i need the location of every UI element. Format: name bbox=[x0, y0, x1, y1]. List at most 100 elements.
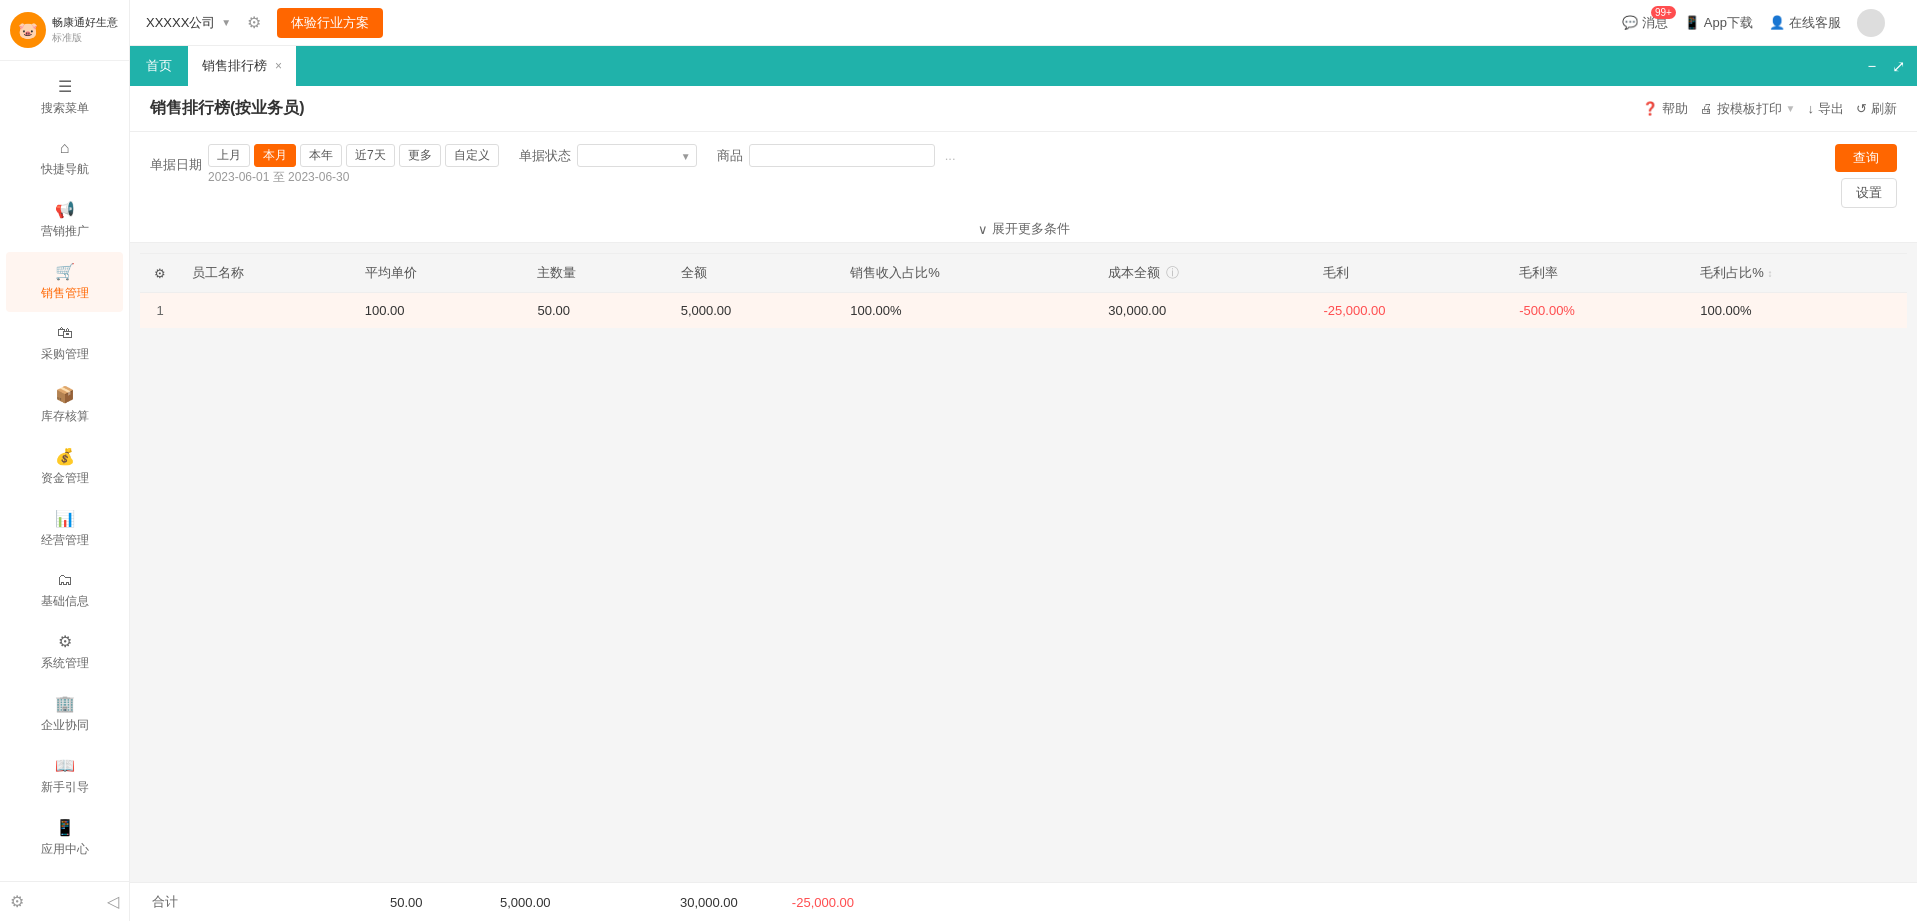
expand-more-button[interactable]: ∨ 展开更多条件 bbox=[978, 220, 1070, 238]
system-icon: ⚙ bbox=[58, 632, 72, 651]
status-select-wrapper: ▼ bbox=[577, 144, 697, 167]
table-header-row: ⚙ 员工名称 平均单价 主数量 全额 销售收入占比% 成本全额 ⓘ 毛利 毛利率 bbox=[140, 254, 1907, 293]
page-actions: ❓ 帮助 🖨 按模板打印 ▼ ↓ 导出 ↺ 刷新 bbox=[1642, 100, 1897, 130]
help-button[interactable]: ❓ 帮助 bbox=[1642, 100, 1688, 118]
cost-info-icon[interactable]: ⓘ bbox=[1166, 265, 1179, 280]
date-btn-more[interactable]: 更多 bbox=[399, 144, 441, 167]
app-download-button[interactable]: 📱 App下载 bbox=[1684, 14, 1753, 32]
sidebar-item-enterprise[interactable]: 🏢 企业协同 bbox=[6, 684, 123, 744]
date-btn-this-year[interactable]: 本年 bbox=[300, 144, 342, 167]
marketing-icon: 📢 bbox=[55, 200, 75, 219]
export-button[interactable]: ↓ 导出 bbox=[1808, 100, 1845, 118]
message-button[interactable]: 💬 消息 99+ bbox=[1622, 14, 1668, 32]
sidebar-item-app-center[interactable]: 📱 应用中心 bbox=[6, 808, 123, 868]
col-settings[interactable]: ⚙ bbox=[140, 254, 180, 293]
date-btn-last-month[interactable]: 上月 bbox=[208, 144, 250, 167]
guide-icon: 📖 bbox=[55, 756, 75, 775]
status-filter-group: 单据状态 ▼ bbox=[519, 144, 697, 167]
tab-close-icon[interactable]: × bbox=[275, 59, 282, 73]
sidebar-item-system-mgmt[interactable]: ⚙ 系统管理 bbox=[6, 622, 123, 682]
tab-sales-ranking[interactable]: 销售排行榜 × bbox=[188, 46, 296, 86]
dropdown-arrow-icon: ▼ bbox=[221, 17, 231, 28]
logo-subtitle: 标准版 bbox=[52, 31, 118, 45]
fund-icon: 💰 bbox=[55, 447, 75, 466]
cell-avg-price: 100.00 bbox=[353, 293, 526, 329]
status-select[interactable] bbox=[577, 144, 697, 167]
inventory-icon: 📦 bbox=[55, 385, 75, 404]
topbar-settings-icon[interactable]: ⚙ bbox=[247, 13, 261, 32]
cell-qty: 50.00 bbox=[525, 293, 668, 329]
home-icon: ⌂ bbox=[60, 139, 70, 157]
purchase-icon: 🛍 bbox=[57, 324, 73, 342]
help-label: 帮助 bbox=[1662, 100, 1688, 118]
date-btn-7days[interactable]: 近7天 bbox=[346, 144, 395, 167]
filter-expand-section: ∨ 展开更多条件 bbox=[150, 216, 1897, 242]
sidebar-logo: 🐷 畅康通好生意 标准版 bbox=[0, 0, 129, 61]
sidebar-item-guide[interactable]: 📖 新手引导 bbox=[6, 746, 123, 806]
date-btn-this-month[interactable]: 本月 bbox=[254, 144, 296, 167]
sidebar-item-label: 销售管理 bbox=[41, 285, 89, 302]
print-icon: 🖨 bbox=[1700, 101, 1713, 116]
sidebar-collapse-button[interactable]: ◁ bbox=[107, 892, 119, 911]
sidebar-item-basic-info[interactable]: 🗂 基础信息 bbox=[6, 561, 123, 620]
footer-label: 合计 bbox=[152, 893, 178, 911]
main-area: XXXXX公司 ▼ ⚙ 体验行业方案 💬 消息 99+ 📱 App下载 👤 在线… bbox=[130, 0, 1917, 921]
tab-expand-icon[interactable]: ⤢ bbox=[1892, 57, 1905, 76]
logo-title: 畅康通好生意 bbox=[52, 15, 118, 30]
col-qty: 主数量 bbox=[525, 254, 668, 293]
query-button[interactable]: 查询 bbox=[1835, 144, 1897, 172]
tabbar: 首页 销售排行榜 × － ⤢ bbox=[130, 46, 1917, 86]
sidebar-item-inventory[interactable]: 📦 库存核算 bbox=[6, 375, 123, 435]
col-profit: 毛利 bbox=[1311, 254, 1507, 293]
tab-home-label: 首页 bbox=[146, 57, 172, 75]
refresh-icon: ↺ bbox=[1856, 101, 1867, 116]
export-icon: ↓ bbox=[1808, 101, 1815, 116]
sidebar-item-label: 系统管理 bbox=[41, 655, 89, 672]
filter-bar: 单据日期 上月 本月 本年 近7天 更多 自定义 2023-06-01 至 20… bbox=[130, 132, 1917, 243]
cell-name bbox=[180, 293, 353, 329]
status-filter-label: 单据状态 bbox=[519, 147, 571, 165]
sidebar-item-marketing[interactable]: 📢 营销推广 bbox=[6, 190, 123, 250]
cell-profit: -25,000.00 bbox=[1311, 293, 1507, 329]
sidebar-item-search-order[interactable]: ☰ 搜索菜单 bbox=[6, 67, 123, 127]
tab-minimize-icon[interactable]: － bbox=[1864, 56, 1880, 77]
profit-pct-sort-icon[interactable]: ↕ bbox=[1768, 268, 1773, 279]
cell-cost: 30,000.00 bbox=[1096, 293, 1311, 329]
goods-input-more-icon[interactable]: ... bbox=[945, 148, 956, 163]
tab-home[interactable]: 首页 bbox=[130, 46, 188, 86]
col-cost: 成本全额 ⓘ bbox=[1096, 254, 1311, 293]
refresh-button[interactable]: ↺ 刷新 bbox=[1856, 100, 1897, 118]
sidebar-item-quick-nav[interactable]: ⌂ 快捷导航 bbox=[6, 129, 123, 188]
sidebar-item-label: 新手引导 bbox=[41, 779, 89, 796]
sidebar-item-label: 营销推广 bbox=[41, 223, 89, 240]
sidebar-item-label: 经营管理 bbox=[41, 532, 89, 549]
sidebar-item-label: 资金管理 bbox=[41, 470, 89, 487]
sidebar-item-weixin[interactable]: 💬 企业微信 bbox=[6, 870, 123, 881]
footer-qty: 50.00 bbox=[378, 895, 458, 910]
business-icon: 📊 bbox=[55, 509, 75, 528]
col-name: 员工名称 bbox=[180, 254, 353, 293]
help-icon: ❓ bbox=[1642, 101, 1658, 116]
trial-button[interactable]: 体验行业方案 bbox=[277, 8, 383, 38]
user-avatar[interactable] bbox=[1857, 9, 1885, 37]
print-button[interactable]: 🖨 按模板打印 ▼ bbox=[1700, 100, 1796, 118]
online-service-button[interactable]: 👤 在线客服 bbox=[1769, 14, 1841, 32]
col-avg-price: 平均单价 bbox=[353, 254, 526, 293]
sidebar-item-sales-mgmt[interactable]: 🛒 销售管理 bbox=[6, 252, 123, 312]
settings-button[interactable]: 设置 bbox=[1841, 178, 1897, 208]
page-content: 销售排行榜(按业务员) ❓ 帮助 🖨 按模板打印 ▼ ↓ 导出 ↺ 刷新 bbox=[130, 86, 1917, 921]
logo-icon: 🐷 bbox=[10, 12, 46, 48]
date-btn-custom[interactable]: 自定义 bbox=[445, 144, 499, 167]
print-label: 按模板打印 bbox=[1717, 100, 1782, 118]
message-badge: 99+ bbox=[1651, 6, 1676, 19]
sidebar-settings-button[interactable]: ⚙ bbox=[10, 892, 24, 911]
goods-search-input[interactable] bbox=[749, 144, 935, 167]
app-download-label: App下载 bbox=[1704, 14, 1753, 32]
col-profit-pct: 毛利占比% ↕ bbox=[1688, 254, 1907, 293]
data-table: ⚙ 员工名称 平均单价 主数量 全额 销售收入占比% 成本全额 ⓘ 毛利 毛利率 bbox=[140, 253, 1907, 329]
sidebar-item-purchase-mgmt[interactable]: 🛍 采购管理 bbox=[6, 314, 123, 373]
sidebar-item-fund-mgmt[interactable]: 💰 资金管理 bbox=[6, 437, 123, 497]
table-area: ⚙ 员工名称 平均单价 主数量 全额 销售收入占比% 成本全额 ⓘ 毛利 毛利率 bbox=[130, 243, 1917, 882]
sidebar-item-business-mgmt[interactable]: 📊 经营管理 bbox=[6, 499, 123, 559]
company-selector[interactable]: XXXXX公司 ▼ bbox=[146, 14, 231, 32]
